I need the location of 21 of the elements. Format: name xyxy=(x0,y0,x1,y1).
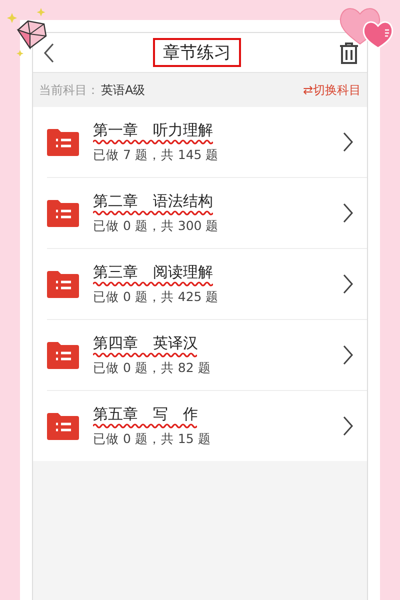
trash-icon[interactable] xyxy=(339,42,359,64)
chapter-title: 第三章 阅读理解 xyxy=(93,262,213,282)
back-icon[interactable] xyxy=(43,42,55,62)
chevron-right-icon[interactable] xyxy=(343,132,353,152)
subject-label: 当前科目： xyxy=(39,82,99,98)
chapter-title: 第一章 听力理解 xyxy=(93,120,213,140)
folder-list-icon xyxy=(47,270,79,298)
chapter-title: 第四章 英译汉 xyxy=(93,334,198,352)
chevron-right-icon[interactable] xyxy=(343,345,353,365)
chevron-right-icon[interactable] xyxy=(343,416,353,436)
subject-value: 英语A级 xyxy=(101,82,146,98)
switch-subject-link[interactable]: ⇄切换科目 xyxy=(302,82,361,98)
chapter-title: 第五章 写 作 xyxy=(93,404,198,424)
chapter-title: 第二章 语法结构 xyxy=(93,192,213,210)
folder-list-icon xyxy=(47,412,79,440)
folder-list-icon xyxy=(47,128,79,156)
page-title: 章节练习 xyxy=(153,38,241,67)
chevron-right-icon[interactable] xyxy=(343,274,353,294)
folder-list-icon xyxy=(47,200,79,226)
folder-list-icon xyxy=(47,342,79,368)
chevron-right-icon[interactable] xyxy=(343,203,353,223)
